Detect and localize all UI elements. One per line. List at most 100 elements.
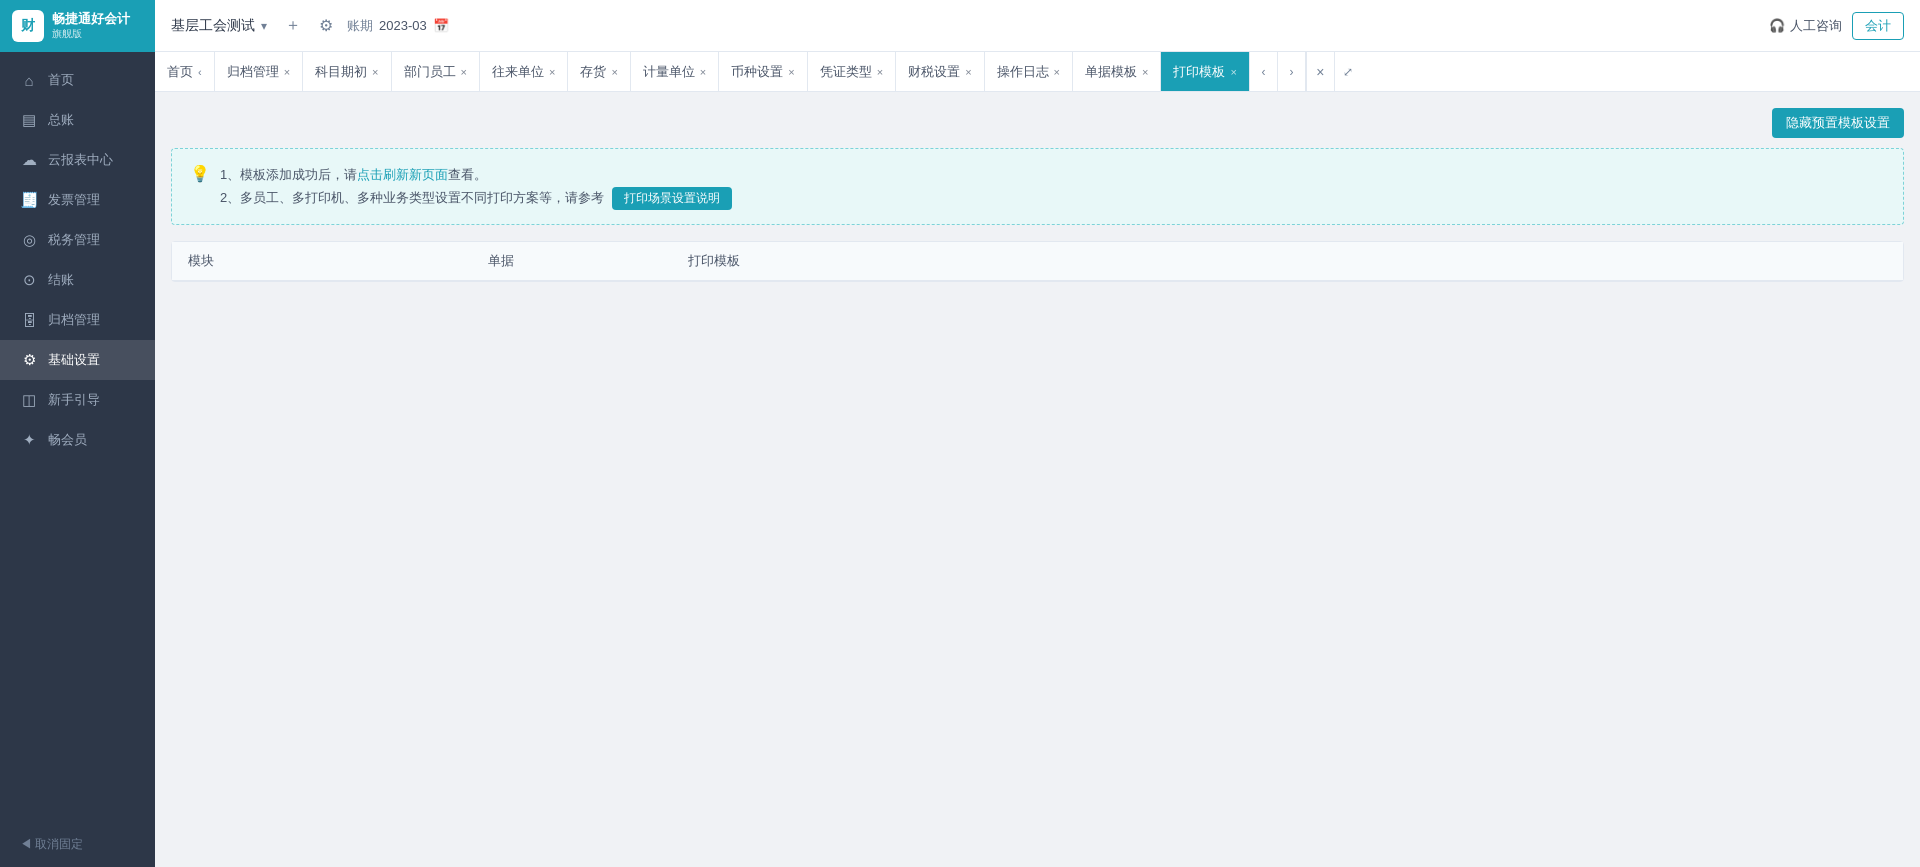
tab-nav-left-button[interactable]: ‹ xyxy=(1250,52,1278,91)
tab-label: 凭证类型 xyxy=(820,63,872,81)
invoice-icon: 🧾 xyxy=(20,191,38,209)
tab-label: 归档管理 xyxy=(227,63,279,81)
calendar-icon[interactable]: 📅 xyxy=(433,18,449,33)
tab-close-icon[interactable]: × xyxy=(1054,66,1060,78)
tab-partner[interactable]: 往来单位 × xyxy=(480,52,568,91)
tab-operation-log[interactable]: 操作日志 × xyxy=(985,52,1073,91)
guide-icon: ◫ xyxy=(20,391,38,409)
member-icon: ✦ xyxy=(20,431,38,449)
sidebar-item-guide[interactable]: ◫ 新手引导 xyxy=(0,380,155,420)
logo-text: 畅捷通好会计 旗舰版 xyxy=(52,11,130,42)
sidebar-item-tax[interactable]: ◎ 税务管理 xyxy=(0,220,155,260)
tab-back-icon[interactable]: ‹ xyxy=(198,66,202,78)
settings-icon: ⚙ xyxy=(20,351,38,369)
help-button[interactable]: 🎧 人工咨询 xyxy=(1769,17,1842,35)
sidebar-item-home[interactable]: ⌂ 首页 xyxy=(0,60,155,100)
tab-close-icon[interactable]: × xyxy=(877,66,883,78)
info-box-header: 💡 1、模板添加成功后，请点击刷新新页面查看。 2、多员工、多打印机、多种业务类… xyxy=(190,163,1885,210)
info-line2: 2、多员工、多打印机、多种业务类型设置不同打印方案等，请参考 打印场景设置说明 xyxy=(220,186,736,210)
help-label: 人工咨询 xyxy=(1790,17,1842,35)
account-button[interactable]: 会计 xyxy=(1852,12,1904,40)
hide-template-button[interactable]: 隐藏预置模板设置 xyxy=(1772,108,1904,138)
sidebar-item-label: 云报表中心 xyxy=(48,151,113,169)
tab-subject-init[interactable]: 科目期初 × xyxy=(303,52,391,91)
sidebar-footer-unpin[interactable]: ◀ 取消固定 xyxy=(0,822,155,867)
tab-close-icon[interactable]: × xyxy=(372,66,378,78)
chevron-down-icon[interactable]: ▾ xyxy=(261,19,267,33)
tab-home[interactable]: 首页 ‹ xyxy=(155,52,215,91)
tab-label: 存货 xyxy=(580,63,606,81)
home-icon: ⌂ xyxy=(20,72,38,89)
logo-icon: 财 xyxy=(12,10,44,42)
tab-measure-unit[interactable]: 计量单位 × xyxy=(631,52,719,91)
sidebar-nav: ⌂ 首页 ▤ 总账 ☁ 云报表中心 🧾 发票管理 ◎ 税务管理 ⊙ 结账 🗄 归… xyxy=(0,52,155,822)
table-header: 模块 单据 打印模板 xyxy=(172,242,1903,281)
tab-close-icon[interactable]: × xyxy=(284,66,290,78)
sidebar-item-archive[interactable]: 🗄 归档管理 xyxy=(0,300,155,340)
tab-voucher-type[interactable]: 凭证类型 × xyxy=(808,52,896,91)
tab-close-icon[interactable]: × xyxy=(1230,66,1236,78)
data-table: 模块 单据 打印模板 xyxy=(171,241,1904,282)
tab-label: 计量单位 xyxy=(643,63,695,81)
sidebar-item-label: 总账 xyxy=(48,111,74,129)
tab-label: 单据模板 xyxy=(1085,63,1137,81)
tab-label: 打印模板 xyxy=(1173,63,1225,81)
sidebar-item-label: 税务管理 xyxy=(48,231,100,249)
tab-label: 科目期初 xyxy=(315,63,367,81)
tab-close-all-button[interactable]: × xyxy=(1306,52,1334,91)
add-tab-button[interactable]: ＋ xyxy=(281,11,305,40)
sidebar-item-settle[interactable]: ⊙ 结账 xyxy=(0,260,155,300)
company-name: 基层工会测试 xyxy=(171,17,255,35)
sidebar-item-label: 结账 xyxy=(48,271,74,289)
col-header-template: 打印模板 xyxy=(688,252,1887,270)
period-display: 账期 2023-03 📅 xyxy=(347,17,449,35)
topbar-right: 🎧 人工咨询 会计 xyxy=(1769,12,1904,40)
settle-icon: ⊙ xyxy=(20,271,38,289)
tab-label: 操作日志 xyxy=(997,63,1049,81)
tab-close-icon[interactable]: × xyxy=(611,66,617,78)
report-icon: ☁ xyxy=(20,151,38,169)
period-label: 账期 xyxy=(347,17,373,35)
sidebar-item-label: 归档管理 xyxy=(48,311,100,329)
sidebar-item-label: 发票管理 xyxy=(48,191,100,209)
ledger-icon: ▤ xyxy=(20,111,38,129)
sidebar-item-invoice[interactable]: 🧾 发票管理 xyxy=(0,180,155,220)
sidebar-item-settings[interactable]: ⚙ 基础设置 xyxy=(0,340,155,380)
headset-icon: 🎧 xyxy=(1769,18,1785,33)
company-selector[interactable]: 基层工会测试 ▾ xyxy=(171,17,267,35)
sidebar-item-label: 新手引导 xyxy=(48,391,100,409)
info-line1: 1、模板添加成功后，请点击刷新新页面查看。 xyxy=(220,163,736,186)
print-scene-button[interactable]: 打印场景设置说明 xyxy=(612,187,732,210)
tab-archive-mgr[interactable]: 归档管理 × xyxy=(215,52,303,91)
settings-cog-button[interactable]: ⚙ xyxy=(315,12,337,39)
sidebar-logo: 财 畅捷通好会计 旗舰版 xyxy=(0,0,155,52)
tab-print-template[interactable]: 打印模板 × xyxy=(1161,52,1249,91)
sidebar-item-ledger[interactable]: ▤ 总账 xyxy=(0,100,155,140)
tab-dept-staff[interactable]: 部门员工 × xyxy=(392,52,480,91)
period-value: 2023-03 xyxy=(379,18,427,33)
tab-currency[interactable]: 币种设置 × xyxy=(719,52,807,91)
sidebar-item-label: 基础设置 xyxy=(48,351,100,369)
info-box: 💡 1、模板添加成功后，请点击刷新新页面查看。 2、多员工、多打印机、多种业务类… xyxy=(171,148,1904,225)
tab-close-icon[interactable]: × xyxy=(549,66,555,78)
tab-close-icon[interactable]: × xyxy=(461,66,467,78)
tab-single-form[interactable]: 单据模板 × xyxy=(1073,52,1161,91)
sidebar-item-report[interactable]: ☁ 云报表中心 xyxy=(0,140,155,180)
sidebar-item-member[interactable]: ✦ 畅会员 xyxy=(0,420,155,460)
tab-expand-button[interactable]: ⤢ xyxy=(1334,52,1362,91)
tab-close-icon[interactable]: × xyxy=(788,66,794,78)
tab-nav-right-button[interactable]: › xyxy=(1278,52,1306,91)
tab-label: 财税设置 xyxy=(908,63,960,81)
refresh-link[interactable]: 点击刷新新页面 xyxy=(357,167,448,182)
content-area: 隐藏预置模板设置 💡 1、模板添加成功后，请点击刷新新页面查看。 2、多员工、多… xyxy=(155,92,1920,867)
tab-close-icon[interactable]: × xyxy=(1142,66,1148,78)
tab-finance-settings[interactable]: 财税设置 × xyxy=(896,52,984,91)
archive-icon: 🗄 xyxy=(20,312,38,329)
tab-close-icon[interactable]: × xyxy=(965,66,971,78)
sidebar: 财 畅捷通好会计 旗舰版 ⌂ 首页 ▤ 总账 ☁ 云报表中心 🧾 发票管理 ◎ … xyxy=(0,0,155,867)
tab-label: 部门员工 xyxy=(404,63,456,81)
topbar: 基层工会测试 ▾ ＋ ⚙ 账期 2023-03 📅 🎧 人工咨询 会计 xyxy=(155,0,1920,52)
tab-label: 首页 xyxy=(167,63,193,81)
tab-close-icon[interactable]: × xyxy=(700,66,706,78)
tab-inventory[interactable]: 存货 × xyxy=(568,52,630,91)
